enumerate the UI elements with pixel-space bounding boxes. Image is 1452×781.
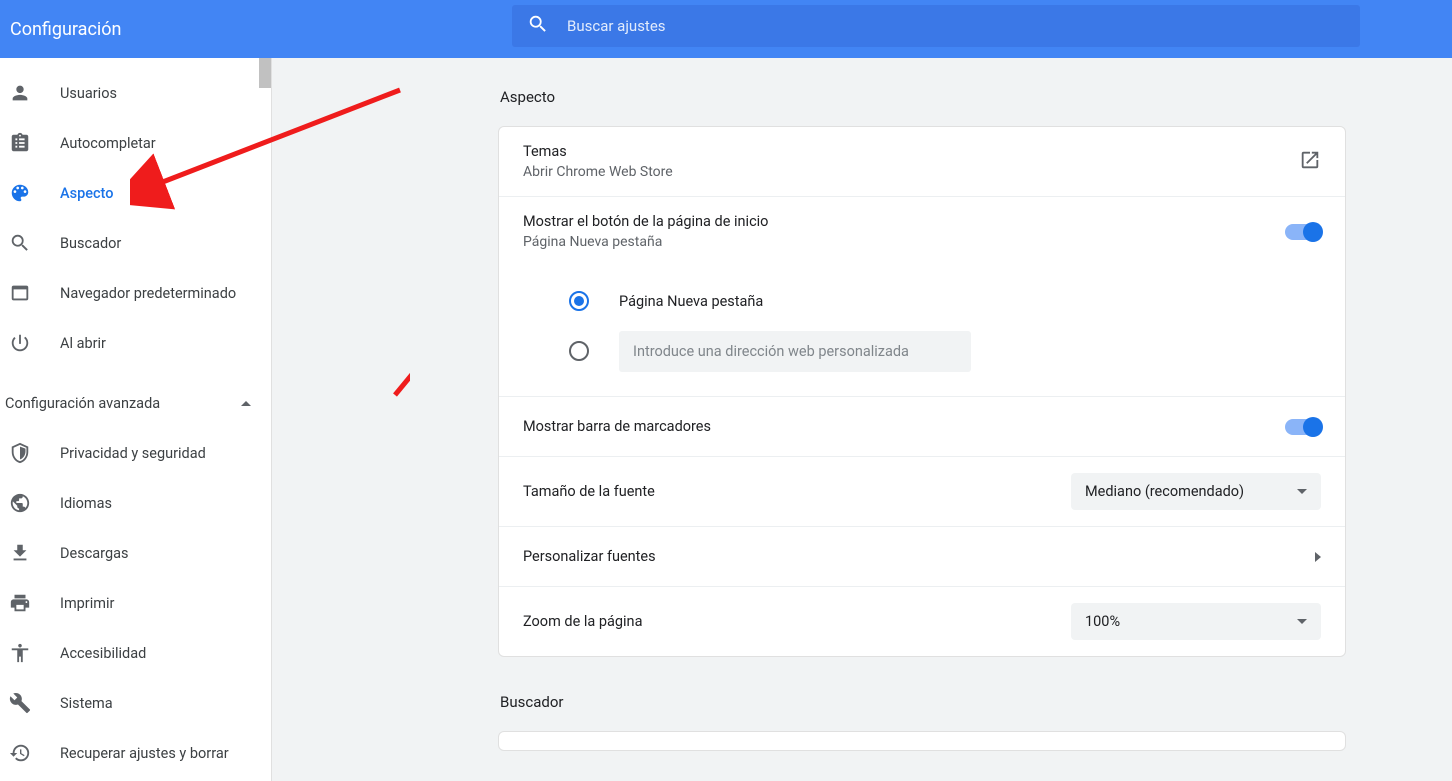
sidebar-item-reset[interactable]: Recuperar ajustes y borrar [0,728,271,778]
shield-icon [8,441,32,465]
sidebar-item-print[interactable]: Imprimir [0,578,271,628]
search-container[interactable] [512,5,1360,47]
radio-newtab[interactable] [569,291,589,311]
print-icon [8,591,32,615]
appearance-card: Temas Abrir Chrome Web Store Mostrar el … [498,126,1346,657]
radio-custom-row[interactable] [569,326,1321,376]
home-button-options: Página Nueva pestaña [499,266,1345,397]
sidebar-item-label: Recuperar ajustes y borrar [60,745,229,762]
chevron-right-icon [1315,552,1321,562]
sidebar-item-label: Al abrir [60,335,106,352]
sidebar-item-label: Navegador predeterminado [60,285,236,302]
person-icon [8,81,32,105]
sidebar-item-label: Sistema [60,695,113,712]
search-input[interactable] [567,17,1345,35]
sidebar-item-downloads[interactable]: Descargas [0,528,271,578]
sidebar-item-label: Usuarios [60,85,117,102]
browser-icon [8,281,32,305]
bookmarks-toggle[interactable] [1285,419,1321,435]
radio-newtab-row[interactable]: Página Nueva pestaña [569,276,1321,326]
sidebar-item-search[interactable]: Buscador [0,218,271,268]
bookmarks-bar-row: Mostrar barra de marcadores [499,397,1345,457]
section-heading: Buscador [498,693,1346,711]
home-button-toggle[interactable] [1285,224,1321,240]
header: Configuración [0,0,1452,58]
custom-url-input[interactable] [619,331,971,372]
clipboard-icon [8,131,32,155]
sidebar: Usuarios Autocompletar Aspecto Buscador … [0,58,272,781]
row-title: Zoom de la página [523,613,642,630]
search-icon [8,231,32,255]
sidebar-item-autofill[interactable]: Autocompletar [0,118,271,168]
sidebar-item-label: Buscador [60,235,121,252]
sidebar-item-label: Descargas [60,545,128,562]
row-subtitle: Página Nueva pestaña [523,234,768,250]
main-content: Aspecto Temas Abrir Chrome Web Store Mos… [272,58,1452,781]
row-title: Mostrar el botón de la página de inicio [523,213,768,230]
radio-label: Página Nueva pestaña [619,293,763,310]
chevron-down-icon [1297,489,1307,494]
sidebar-item-accessibility[interactable]: Accesibilidad [0,628,271,678]
sidebar-item-label: Accesibilidad [60,645,146,662]
customize-fonts-row[interactable]: Personalizar fuentes [499,527,1345,587]
content: Usuarios Autocompletar Aspecto Buscador … [0,58,1452,781]
sidebar-item-onstartup[interactable]: Al abrir [0,318,271,368]
sidebar-item-label: Idiomas [60,495,112,512]
globe-icon [8,491,32,515]
sidebar-item-languages[interactable]: Idiomas [0,478,271,528]
search-card-partial [498,731,1346,751]
home-button-row: Mostrar el botón de la página de inicio … [499,197,1345,266]
radio-custom[interactable] [569,341,589,361]
sidebar-item-users[interactable]: Usuarios [0,68,271,118]
row-title: Mostrar barra de marcadores [523,418,711,435]
chevron-down-icon [1297,619,1307,624]
restore-icon [8,741,32,765]
row-title: Personalizar fuentes [523,548,656,565]
sidebar-item-privacy[interactable]: Privacidad y seguridad [0,428,271,478]
advanced-label: Configuración avanzada [5,395,160,412]
section-heading: Aspecto [498,88,1346,106]
page-title: Configuración [0,19,121,40]
wrench-icon [8,691,32,715]
select-value: Mediano (recomendado) [1085,483,1244,500]
download-icon [8,541,32,565]
sidebar-item-label: Autocompletar [60,135,156,152]
row-title: Tamaño de la fuente [523,483,655,500]
open-external-icon[interactable] [1299,149,1321,175]
sidebar-item-system[interactable]: Sistema [0,678,271,728]
power-icon [8,331,32,355]
chevron-up-icon [241,401,251,406]
select-value: 100% [1085,613,1120,630]
font-size-select[interactable]: Mediano (recomendado) [1071,473,1321,510]
sidebar-item-label: Privacidad y seguridad [60,445,206,462]
advanced-toggle[interactable]: Configuración avanzada [0,378,271,428]
scrollbar[interactable] [259,58,271,88]
accessibility-icon [8,641,32,665]
themes-row[interactable]: Temas Abrir Chrome Web Store [499,127,1345,197]
sidebar-item-default-browser[interactable]: Navegador predeterminado [0,268,271,318]
palette-icon [8,181,32,205]
page-zoom-row: Zoom de la página 100% [499,587,1345,656]
page-zoom-select[interactable]: 100% [1071,603,1321,640]
row-title: Temas [523,143,673,160]
font-size-row: Tamaño de la fuente Mediano (recomendado… [499,457,1345,527]
sidebar-item-appearance[interactable]: Aspecto [0,168,271,218]
search-icon [527,13,549,39]
sidebar-item-label: Imprimir [60,595,114,612]
row-subtitle: Abrir Chrome Web Store [523,164,673,180]
sidebar-item-label: Aspecto [60,185,113,202]
